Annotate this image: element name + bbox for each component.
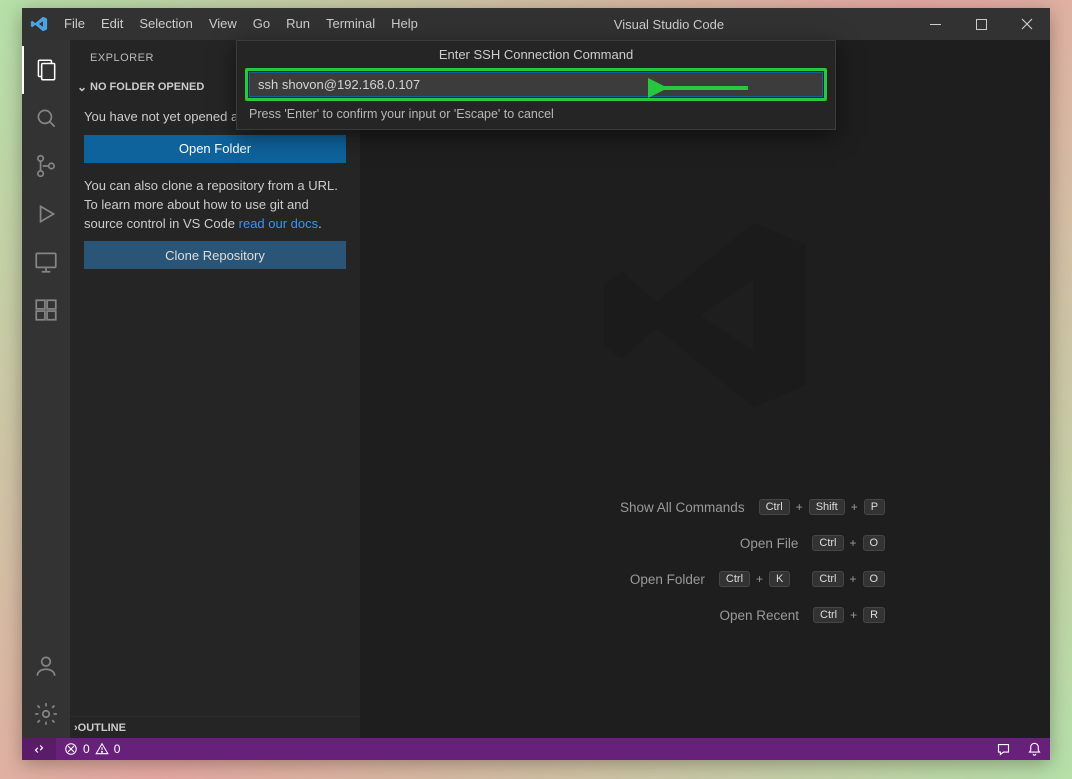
clone-info-text: You can also clone a repository from a U…: [84, 177, 346, 234]
window-minimize-button[interactable]: [912, 8, 958, 40]
run-debug-icon[interactable]: [22, 190, 70, 238]
shortcut-row: Show All Commands Ctrl+Shift+P: [525, 489, 885, 525]
feedback-icon[interactable]: [988, 738, 1019, 760]
ssh-command-input[interactable]: [249, 72, 823, 97]
palette-title: Enter SSH Connection Command: [237, 41, 835, 68]
key-ctrl: Ctrl: [812, 571, 843, 587]
command-palette: Enter SSH Connection Command Press 'Ente…: [236, 40, 836, 130]
status-bar: 0 0: [22, 738, 1050, 760]
menu-view[interactable]: View: [201, 8, 245, 40]
shortcut-keys: Ctrl+O: [812, 535, 885, 551]
shortcut-label: Show All Commands: [565, 500, 745, 515]
menu-terminal[interactable]: Terminal: [318, 8, 383, 40]
menu-file[interactable]: File: [56, 8, 93, 40]
shortcut-label: Open Recent: [619, 608, 799, 623]
key-shift: Shift: [809, 499, 845, 515]
shortcut-label: Open Folder: [525, 572, 705, 587]
section-title: NO FOLDER OPENED: [90, 81, 204, 93]
shortcut-keys: Ctrl+R: [813, 607, 885, 623]
chevron-down-icon: ⌄: [74, 80, 90, 94]
app-logo-icon: [22, 15, 56, 33]
explorer-sidebar: EXPLORER ⌄ NO FOLDER OPENED You have not…: [70, 40, 360, 738]
editor-group: Show All Commands Ctrl+Shift+P Open File Ct…: [360, 40, 1050, 738]
key-ctrl: Ctrl: [812, 535, 843, 551]
key-o: O: [863, 571, 886, 587]
remote-indicator[interactable]: [22, 738, 56, 760]
annotation-highlight-box: [245, 68, 827, 101]
explorer-icon[interactable]: [22, 46, 70, 94]
key-o: O: [863, 535, 886, 551]
main-menu: FileEditSelectionViewGoRunTerminalHelp: [56, 8, 426, 40]
window-maximize-button[interactable]: [958, 8, 1004, 40]
read-docs-link[interactable]: read our docs: [239, 216, 319, 231]
key-r: R: [863, 607, 885, 623]
key-ctrl: Ctrl: [813, 607, 844, 623]
titlebar: FileEditSelectionViewGoRunTerminalHelp V…: [22, 8, 1050, 40]
shortcut-keys: Ctrl+KCtrl+O: [719, 571, 885, 587]
window-title: Visual Studio Code: [426, 17, 912, 32]
shortcut-keys: Ctrl+Shift+P: [759, 499, 886, 515]
shortcut-row: Open Recent Ctrl+R: [525, 597, 885, 633]
welcome-shortcuts: Show All Commands Ctrl+Shift+P Open File Ct…: [525, 489, 885, 633]
menu-go[interactable]: Go: [245, 8, 278, 40]
outline-title: OUTLINE: [78, 722, 126, 734]
vscode-watermark-icon: [595, 205, 815, 425]
shortcut-label: Open File: [618, 536, 798, 551]
menu-edit[interactable]: Edit: [93, 8, 131, 40]
open-folder-button[interactable]: Open Folder: [84, 135, 346, 163]
settings-gear-icon[interactable]: [22, 690, 70, 738]
key-p: P: [864, 499, 885, 515]
section-outline[interactable]: › OUTLINE: [70, 716, 360, 738]
key-k: K: [769, 571, 790, 587]
menu-help[interactable]: Help: [383, 8, 426, 40]
key-ctrl: Ctrl: [759, 499, 790, 515]
shortcut-row: Open File Ctrl+O: [525, 525, 885, 561]
extensions-icon[interactable]: [22, 286, 70, 334]
remote-explorer-icon[interactable]: [22, 238, 70, 286]
warning-count: 0: [114, 742, 121, 756]
problems-indicator[interactable]: 0 0: [56, 738, 128, 760]
key-ctrl: Ctrl: [719, 571, 750, 587]
notifications-icon[interactable]: [1019, 738, 1050, 760]
clone-repository-button[interactable]: Clone Repository: [84, 241, 346, 269]
activity-bar: [22, 40, 70, 738]
palette-hint: Press 'Enter' to confirm your input or '…: [237, 101, 835, 125]
search-icon[interactable]: [22, 94, 70, 142]
error-count: 0: [83, 742, 90, 756]
menu-selection[interactable]: Selection: [131, 8, 200, 40]
menu-run[interactable]: Run: [278, 8, 318, 40]
source-control-icon[interactable]: [22, 142, 70, 190]
shortcut-row: Open FolderCtrl+KCtrl+O: [525, 561, 885, 597]
accounts-icon[interactable]: [22, 642, 70, 690]
window-close-button[interactable]: [1004, 8, 1050, 40]
